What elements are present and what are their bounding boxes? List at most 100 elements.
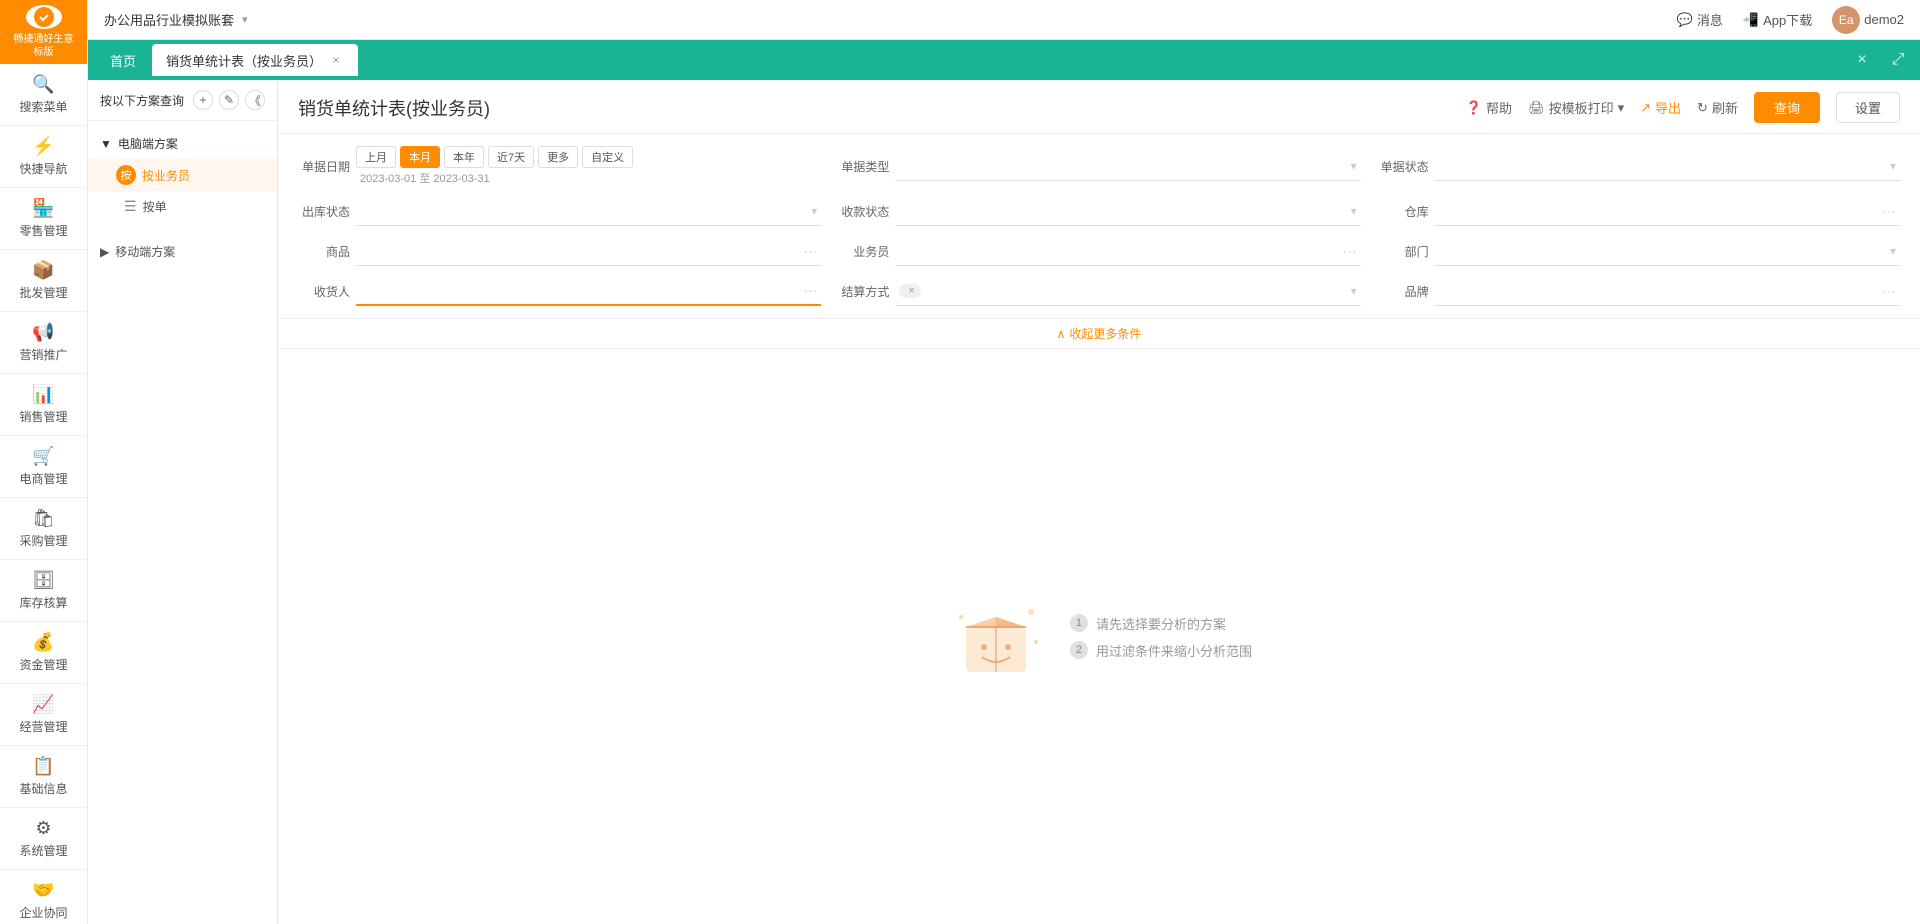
- out-status-input[interactable]: ▾: [356, 196, 821, 226]
- filter-cell-settlement: 结算方式 × ▾: [837, 276, 1360, 306]
- home-tab-label: 首页: [110, 51, 136, 70]
- department-label: 部门: [1377, 243, 1429, 260]
- doc-type-label: 单据类型: [837, 158, 889, 175]
- collapse-label: ∧ 收起更多条件: [1057, 325, 1142, 342]
- active-scheme-dot: 按: [116, 165, 136, 185]
- desktop-group-label[interactable]: ▼ 电脑端方案: [88, 129, 277, 158]
- tab-close-icon[interactable]: ×: [328, 52, 344, 68]
- sidebar-item-sales[interactable]: 📊 销售管理: [0, 374, 87, 436]
- date-last7-btn[interactable]: 近7天: [488, 146, 534, 168]
- warehouse-label: 仓库: [1377, 203, 1429, 220]
- active-tab-label: 销货单统计表（按业务员）: [166, 51, 322, 70]
- filter-cell-receiver: 收货人 ···: [298, 276, 821, 306]
- empty-tips: 1 请先选择要分析的方案 2 用过滤条件来缩小分析范围: [1070, 614, 1252, 660]
- sidebar-item-basic-info[interactable]: 📋 基础信息: [0, 746, 87, 808]
- salesperson-dots-btn[interactable]: ···: [1343, 243, 1357, 259]
- doc-status-input[interactable]: ▾: [1435, 151, 1900, 181]
- help-btn[interactable]: ❓ 帮助: [1466, 98, 1512, 117]
- receiver-dots-btn[interactable]: ···: [803, 282, 817, 298]
- right-panel: 销货单统计表(按业务员) ❓ 帮助 🖨 按模板打印 ▾ ↗ 导出: [278, 80, 1920, 924]
- settlement-input[interactable]: × ▾: [895, 276, 1360, 306]
- brand-input[interactable]: ···: [1435, 276, 1900, 306]
- collection-status-dropdown-arrow: ▾: [1351, 204, 1357, 218]
- workspace-dropdown-arrow[interactable]: ▾: [242, 13, 248, 26]
- sidebar-item-system[interactable]: ⚙ 系统管理: [0, 808, 87, 870]
- workspace-title: 办公用品行业模拟账套: [104, 10, 234, 29]
- page-header: 销货单统计表(按业务员) ❓ 帮助 🖨 按模板打印 ▾ ↗ 导出: [278, 80, 1920, 134]
- add-scheme-btn[interactable]: +: [193, 90, 213, 110]
- goods-dots-btn[interactable]: ···: [803, 243, 817, 259]
- date-this-year-btn[interactable]: 本年: [444, 146, 484, 168]
- purchase-icon: 🛍: [32, 508, 55, 529]
- app-download-btn[interactable]: 📲 App下载: [1743, 10, 1812, 29]
- department-input[interactable]: ▾: [1435, 236, 1900, 266]
- message-icon: 💬: [1677, 12, 1693, 28]
- mobile-group-label[interactable]: ▶ 移动端方案: [88, 237, 277, 266]
- filter-cell-salesperson: 业务员 ···: [837, 236, 1360, 266]
- sidebar-item-operations[interactable]: 📈 经营管理: [0, 684, 87, 746]
- sidebar-item-shortcuts[interactable]: ⚡ 快捷导航: [0, 126, 87, 188]
- doc-type-input[interactable]: ▾: [895, 151, 1360, 181]
- date-last-month-btn[interactable]: 上月: [356, 146, 396, 168]
- scheme-sub-item-order[interactable]: ☰ 按单: [88, 192, 277, 221]
- print-btn[interactable]: 🖨 按模板打印 ▾: [1528, 98, 1624, 117]
- message-btn[interactable]: 💬 消息: [1677, 10, 1723, 29]
- workspace-selector[interactable]: 办公用品行业模拟账套 ▾: [104, 10, 248, 29]
- sidebar-item-wholesale[interactable]: 📦 批发管理: [0, 250, 87, 312]
- collection-status-input[interactable]: ▾: [895, 196, 1360, 226]
- date-more-btn[interactable]: 更多: [538, 146, 578, 168]
- settings-button[interactable]: 设置: [1836, 92, 1900, 123]
- filter-cell-department: 部门 ▾: [1377, 236, 1900, 266]
- doc-status-label: 单据状态: [1377, 158, 1429, 175]
- warehouse-input[interactable]: ···: [1435, 196, 1900, 226]
- edit-scheme-btn[interactable]: ✎: [219, 90, 239, 110]
- empty-tip-1: 1 请先选择要分析的方案: [1070, 614, 1252, 633]
- help-icon: ❓: [1466, 100, 1482, 116]
- warehouse-dots-btn[interactable]: ···: [1882, 203, 1896, 219]
- sidebar-item-enterprise[interactable]: 🤝 企业协同: [0, 870, 87, 924]
- topbar: 办公用品行业模拟账套 ▾ 💬 消息 📲 App下载 Ea demo2: [88, 0, 1920, 40]
- query-button[interactable]: 查询: [1754, 92, 1820, 123]
- search-icon: 🔍: [32, 74, 54, 95]
- tab-sales-stats[interactable]: 销货单统计表（按业务员） ×: [152, 44, 358, 76]
- receiver-input[interactable]: ···: [356, 276, 821, 306]
- sidebar-item-purchase[interactable]: 🛍 采购管理: [0, 498, 87, 560]
- inventory-icon: 🗄: [32, 570, 55, 591]
- refresh-btn[interactable]: ↻ 刷新: [1697, 98, 1738, 117]
- tab-maximize-btn[interactable]: ⤢: [1884, 46, 1912, 74]
- print-dropdown-arrow[interactable]: ▾: [1618, 100, 1625, 116]
- tip-num-2: 2: [1070, 641, 1088, 659]
- collapse-bar[interactable]: ∧ 收起更多条件: [278, 319, 1920, 349]
- export-btn[interactable]: ↗ 导出: [1640, 98, 1681, 117]
- collapse-scheme-btn[interactable]: 《: [245, 90, 265, 110]
- sidebar-item-search[interactable]: 🔍 搜索菜单: [0, 64, 87, 126]
- sidebar-item-marketing[interactable]: 📢 营销推广: [0, 312, 87, 374]
- brand-label: 品牌: [1377, 283, 1429, 300]
- content: 按以下方案查询 + ✎ 《 ▼ 电脑端方案 按 按业务员 ☰ 按: [88, 80, 1920, 924]
- tabbar: 首页 销货单统计表（按业务员） × × ⤢: [88, 40, 1920, 80]
- tab-home[interactable]: 首页: [96, 44, 150, 76]
- marketing-icon: 📢: [32, 322, 54, 343]
- empty-content: 1 请先选择要分析的方案 2 用过滤条件来缩小分析范围: [946, 587, 1252, 687]
- sidebar-item-inventory[interactable]: 🗄 库存核算: [0, 560, 87, 622]
- filter-cell-warehouse: 仓库 ···: [1377, 196, 1900, 226]
- user-profile[interactable]: Ea demo2: [1832, 6, 1904, 34]
- goods-input[interactable]: ···: [356, 236, 821, 266]
- filter-cell-out-status: 出库状态 ▾: [298, 196, 821, 226]
- filter-cell-brand: 品牌 ···: [1377, 276, 1900, 306]
- settlement-tag-close[interactable]: ×: [908, 285, 914, 297]
- system-icon: ⚙: [35, 818, 51, 839]
- brand-dots-btn[interactable]: ···: [1882, 283, 1896, 299]
- department-dropdown-arrow: ▾: [1890, 244, 1896, 258]
- scheme-item-salesperson[interactable]: 按 按业务员: [88, 158, 277, 192]
- download-icon: 📲: [1743, 12, 1759, 28]
- sidebar-logo[interactable]: 畅捷通好生意标版: [0, 0, 88, 64]
- salesperson-input[interactable]: ···: [895, 236, 1360, 266]
- tab-close-btn[interactable]: ×: [1848, 46, 1876, 74]
- sidebar-item-ecommerce[interactable]: 🛒 电商管理: [0, 436, 87, 498]
- date-custom-btn[interactable]: 自定义: [582, 146, 633, 168]
- sidebar-item-finance[interactable]: 💰 资金管理: [0, 622, 87, 684]
- date-this-month-btn[interactable]: 本月: [400, 146, 440, 168]
- sidebar-item-retail[interactable]: 🏪 零售管理: [0, 188, 87, 250]
- sidebar: 畅捷通好生意标版 🔍 搜索菜单 ⚡ 快捷导航 🏪 零售管理 📦 批发管理 📢 营…: [0, 0, 88, 924]
